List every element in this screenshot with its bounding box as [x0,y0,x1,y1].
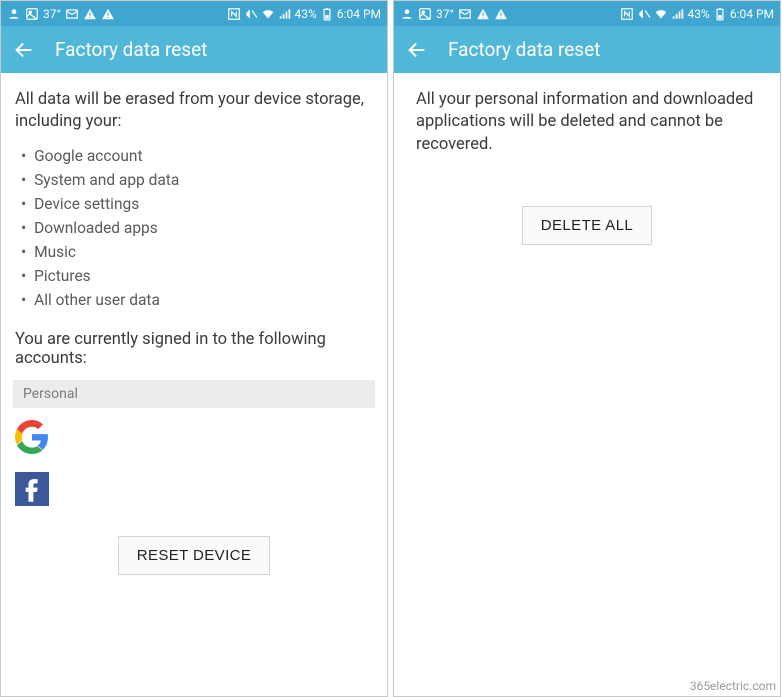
screen-factory-reset-list: 37° 43% [0,0,388,697]
image-icon [418,7,432,21]
warning-icon [83,7,97,21]
confirm-intro: All your personal information and downlo… [408,89,766,156]
status-bar: 37° 43% [394,1,780,26]
screen-factory-reset-confirm: 37° 43% [393,0,781,697]
erase-list: Google account System and app data Devic… [15,144,373,312]
reset-button-wrap: RESET DEVICE [15,536,373,575]
list-item: Google account [35,144,373,168]
battery-text: 43% [688,7,710,21]
account-facebook[interactable] [15,472,373,510]
mute-icon [244,7,258,21]
watermark: 365electric.com [690,679,776,693]
warning-icon [476,7,490,21]
list-item: All other user data [35,288,373,312]
content-area: All data will be erased from your device… [1,73,387,591]
signed-in-label: You are currently signed in to the follo… [15,330,373,368]
account-google[interactable] [15,420,373,458]
wifi-icon [654,7,668,21]
status-bar: 37° 43% [1,1,387,26]
battery-text: 43% [295,7,317,21]
list-item: Music [35,240,373,264]
temperature: 37° [43,7,61,21]
mute-icon [637,7,651,21]
clock: 6:04 PM [337,7,381,21]
signal-icon [671,7,685,21]
page-title: Factory data reset [55,38,207,61]
profile-icon [400,7,414,21]
clock: 6:04 PM [730,7,774,21]
list-item: Downloaded apps [35,216,373,240]
wifi-icon [261,7,275,21]
battery-icon [320,7,334,21]
list-item: Device settings [35,192,373,216]
status-bar-left: 37° [7,7,115,21]
nfc-icon [227,7,241,21]
image-icon [25,7,39,21]
google-icon [15,420,49,454]
profile-icon [7,7,21,21]
app-bar: Factory data reset [394,26,780,73]
nfc-icon [620,7,634,21]
account-section-header: Personal [13,380,375,408]
back-icon[interactable] [13,39,35,61]
battery-icon [713,7,727,21]
erase-intro: All data will be erased from your device… [15,89,373,134]
warning-icon [494,7,508,21]
page-title: Factory data reset [448,38,600,61]
temperature: 37° [436,7,454,21]
content-area: All your personal information and downlo… [394,73,780,261]
delete-button-wrap: DELETE ALL [408,206,766,245]
app-bar: Factory data reset [1,26,387,73]
delete-all-button[interactable]: DELETE ALL [522,206,652,245]
facebook-icon [15,472,49,506]
back-icon[interactable] [406,39,428,61]
list-item: System and app data [35,168,373,192]
reset-device-button[interactable]: RESET DEVICE [118,536,271,575]
list-item: Pictures [35,264,373,288]
mail-icon [65,7,79,21]
status-bar-right: 43% 6:04 PM [620,7,774,21]
mail-icon [458,7,472,21]
status-bar-left: 37° [400,7,508,21]
signal-icon [278,7,292,21]
status-bar-right: 43% 6:04 PM [227,7,381,21]
warning-icon [101,7,115,21]
